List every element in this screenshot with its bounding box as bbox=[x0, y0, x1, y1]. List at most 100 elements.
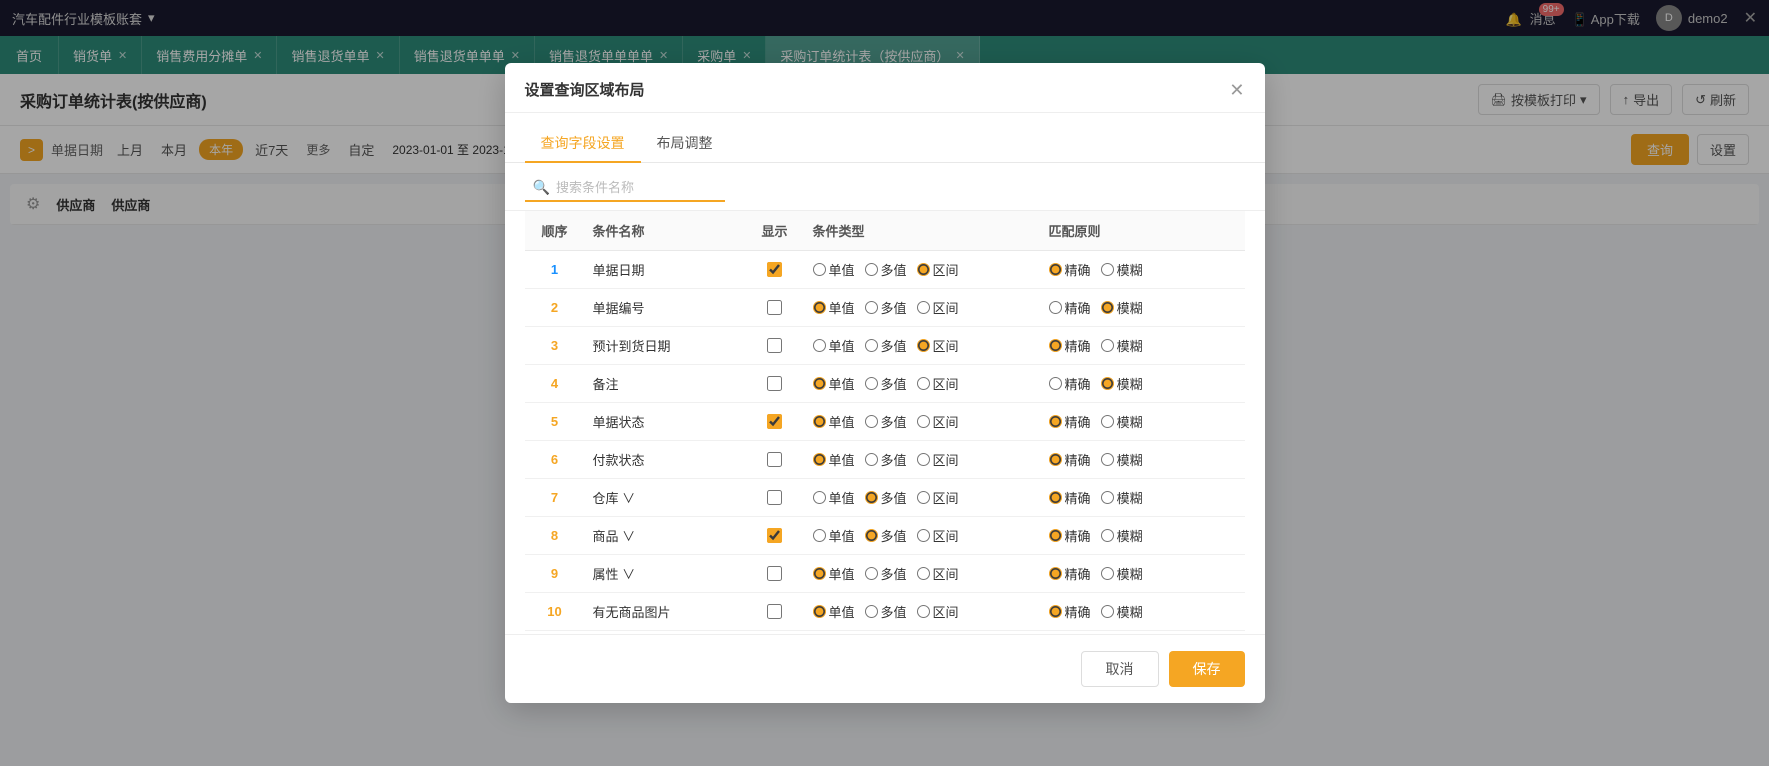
type-radio-option[interactable]: 多值 bbox=[865, 564, 907, 583]
match-radio-option[interactable]: 精确 bbox=[1049, 412, 1091, 431]
match-radio-option[interactable]: 精确 bbox=[1049, 260, 1091, 279]
dialog-tab-layout[interactable]: 布局调整 bbox=[641, 125, 729, 163]
match-radio-option[interactable]: 模糊 bbox=[1101, 298, 1143, 317]
dialog-close-button[interactable]: ✕ bbox=[1229, 81, 1244, 99]
display-checkbox[interactable] bbox=[767, 376, 782, 391]
type-radio-option[interactable]: 单值 bbox=[813, 526, 855, 545]
row-order-num: 3 bbox=[551, 338, 558, 353]
match-radio-option[interactable]: 精确 bbox=[1049, 374, 1091, 393]
match-radio-option[interactable]: 精确 bbox=[1049, 564, 1091, 583]
type-radio-option[interactable]: 区间 bbox=[917, 374, 959, 393]
th-name: 条件名称 bbox=[585, 211, 745, 251]
match-radio-option[interactable]: 模糊 bbox=[1101, 374, 1143, 393]
row-condition-name: 商品 ∨ bbox=[585, 517, 745, 555]
match-radio-option[interactable]: 精确 bbox=[1049, 450, 1091, 469]
type-radio-option[interactable]: 单值 bbox=[813, 260, 855, 279]
match-radio-option[interactable]: 模糊 bbox=[1101, 412, 1143, 431]
match-radio-option[interactable]: 精确 bbox=[1049, 336, 1091, 355]
type-radio-option[interactable]: 多值 bbox=[865, 374, 907, 393]
match-radio-option[interactable]: 模糊 bbox=[1101, 564, 1143, 583]
search-icon: 🔍 bbox=[533, 179, 550, 196]
match-radio-option[interactable]: 模糊 bbox=[1101, 260, 1143, 279]
type-radio-option[interactable]: 区间 bbox=[917, 488, 959, 507]
row-condition-name: 仓库 ∨ bbox=[585, 479, 745, 517]
row-condition-name: 单据编号 bbox=[585, 289, 745, 327]
row-order-num: 10 bbox=[547, 604, 561, 619]
table-row: 3 预计到货日期 单值多值区间 精确模糊 bbox=[525, 327, 1245, 365]
dialog-header: 设置查询区域布局 ✕ bbox=[505, 63, 1265, 113]
type-radio-option[interactable]: 多值 bbox=[865, 602, 907, 621]
search-input[interactable] bbox=[556, 180, 706, 195]
row-condition-name: 有无商品图片 bbox=[585, 593, 745, 631]
search-wrap: 🔍 bbox=[525, 175, 725, 202]
type-radio-option[interactable]: 区间 bbox=[917, 526, 959, 545]
match-radio-option[interactable]: 精确 bbox=[1049, 526, 1091, 545]
display-checkbox[interactable] bbox=[767, 414, 782, 429]
type-radio-option[interactable]: 区间 bbox=[917, 336, 959, 355]
dialog-tab-layout-label: 布局调整 bbox=[657, 135, 713, 151]
type-radio-option[interactable]: 单值 bbox=[813, 450, 855, 469]
type-radio-option[interactable]: 单值 bbox=[813, 336, 855, 355]
type-radio-option[interactable]: 多值 bbox=[865, 488, 907, 507]
display-checkbox[interactable] bbox=[767, 528, 782, 543]
match-radio-option[interactable]: 模糊 bbox=[1101, 336, 1143, 355]
type-radio-option[interactable]: 多值 bbox=[865, 450, 907, 469]
row-order-num: 9 bbox=[551, 566, 558, 581]
table-row: 11审核结束日期单值多值区间精确模糊 bbox=[525, 631, 1245, 635]
row-condition-name: 备注 bbox=[585, 365, 745, 403]
table-row: 7仓库 ∨单值多值区间精确模糊 bbox=[525, 479, 1245, 517]
dialog-tab-field-settings-label: 查询字段设置 bbox=[541, 135, 625, 151]
dialog-table-wrap: 顺序 条件名称 显示 条件类型 匹配原则 bbox=[505, 211, 1265, 634]
type-radio-option[interactable]: 单值 bbox=[813, 374, 855, 393]
type-radio-option[interactable]: 区间 bbox=[917, 564, 959, 583]
dialog-search-area: 🔍 bbox=[505, 163, 1265, 211]
type-radio-option[interactable]: 单值 bbox=[813, 298, 855, 317]
type-radio-option[interactable]: 多值 bbox=[865, 412, 907, 431]
type-radio-option[interactable]: 区间 bbox=[917, 412, 959, 431]
match-radio-option[interactable]: 模糊 bbox=[1101, 488, 1143, 507]
table-row: 5单据状态单值多值区间精确模糊 bbox=[525, 403, 1245, 441]
dialog-tabs: 查询字段设置 布局调整 bbox=[505, 113, 1265, 163]
display-checkbox[interactable] bbox=[767, 490, 782, 505]
type-radio-option[interactable]: 区间 bbox=[917, 602, 959, 621]
row-condition-name: 属性 ∨ bbox=[585, 555, 745, 593]
display-checkbox[interactable] bbox=[767, 452, 782, 467]
match-radio-option[interactable]: 模糊 bbox=[1101, 602, 1143, 621]
display-checkbox[interactable] bbox=[767, 262, 782, 277]
row-order-num: 8 bbox=[551, 528, 558, 543]
table-row: 2单据编号单值多值区间精确模糊 bbox=[525, 289, 1245, 327]
type-radio-option[interactable]: 多值 bbox=[865, 336, 907, 355]
row-condition-name: 付款状态 bbox=[585, 441, 745, 479]
row-condition-name: 预计到货日期 bbox=[585, 327, 745, 365]
type-radio-option[interactable]: 多值 bbox=[865, 298, 907, 317]
th-order: 顺序 bbox=[525, 211, 585, 251]
type-radio-option[interactable]: 区间 bbox=[917, 298, 959, 317]
display-checkbox[interactable] bbox=[767, 338, 782, 353]
type-radio-option[interactable]: 区间 bbox=[917, 450, 959, 469]
type-radio-option[interactable]: 单值 bbox=[813, 488, 855, 507]
table-row: 6付款状态单值多值区间精确模糊 bbox=[525, 441, 1245, 479]
type-radio-option[interactable]: 多值 bbox=[865, 260, 907, 279]
table-row: 1单据日期单值多值区间精确模糊 bbox=[525, 251, 1245, 289]
table-row: 10 有无商品图片 单值多值区间 精确模糊 bbox=[525, 593, 1245, 631]
type-radio-option[interactable]: 区间 bbox=[917, 260, 959, 279]
display-checkbox[interactable] bbox=[767, 300, 782, 315]
row-condition-name: 单据状态 bbox=[585, 403, 745, 441]
cancel-button[interactable]: 取消 bbox=[1081, 651, 1159, 687]
match-radio-option[interactable]: 模糊 bbox=[1101, 450, 1143, 469]
dialog-tab-field-settings[interactable]: 查询字段设置 bbox=[525, 125, 641, 163]
display-checkbox[interactable] bbox=[767, 566, 782, 581]
match-radio-option[interactable]: 精确 bbox=[1049, 298, 1091, 317]
match-radio-option[interactable]: 精确 bbox=[1049, 602, 1091, 621]
match-radio-option[interactable]: 模糊 bbox=[1101, 526, 1143, 545]
type-radio-option[interactable]: 多值 bbox=[865, 526, 907, 545]
type-radio-option[interactable]: 单值 bbox=[813, 412, 855, 431]
type-radio-option[interactable]: 单值 bbox=[813, 564, 855, 583]
th-display: 显示 bbox=[745, 211, 805, 251]
type-radio-option[interactable]: 单值 bbox=[813, 602, 855, 621]
save-button[interactable]: 保存 bbox=[1169, 651, 1245, 687]
table-row: 4备注单值多值区间精确模糊 bbox=[525, 365, 1245, 403]
match-radio-option[interactable]: 精确 bbox=[1049, 488, 1091, 507]
display-checkbox[interactable] bbox=[767, 604, 782, 619]
row-condition-name: 单据日期 bbox=[585, 251, 745, 289]
